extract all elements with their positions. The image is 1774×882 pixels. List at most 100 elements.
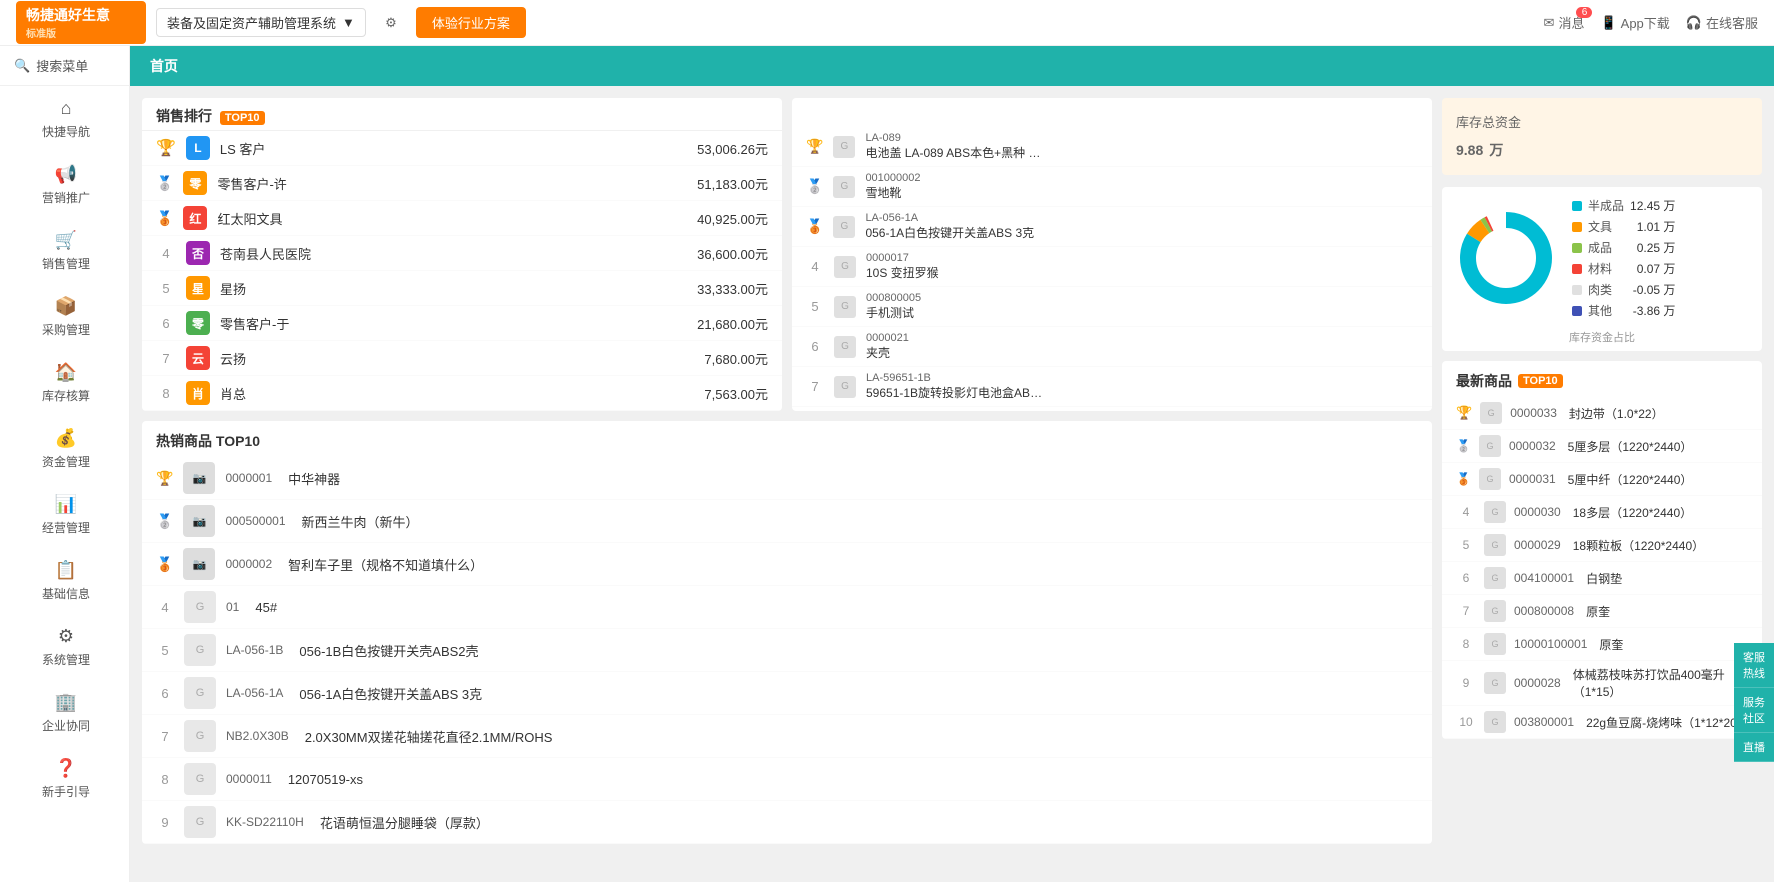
hot-product-right-row: 5 G 000800005 手机测试 <box>792 287 1432 327</box>
settings-icon[interactable]: ⚙ <box>376 8 406 38</box>
sidebar-item-sales[interactable]: 🛒 销售管理 <box>0 218 129 284</box>
product-code: LA-59651-1B <box>866 372 1418 384</box>
hot-product-right-row: 7 G LA-59651-1B 59651-1B旋转投影灯电池盒ABS黑色+58… <box>792 367 1432 407</box>
rank-amount: 7,680.00元 <box>704 349 768 368</box>
product-name: 056-1B白色按键开关壳ABS2壳 <box>299 641 478 660</box>
online-service-link[interactable]: 🎧 在线客服 <box>1686 13 1758 32</box>
content: 首页 销售排行 TOP10 🏆 L LS 客户 53,006.26元 🥈 零 <box>130 46 1774 882</box>
finance-icon: 💰 <box>55 428 77 449</box>
new-products-list: 🏆 G 0000033 封边带（1.0*22） 🥈 G 0000032 5厘多层… <box>1442 397 1762 739</box>
np-name: 18颗粒板（1220*2440） <box>1573 537 1748 554</box>
product-name: 2.0X30MM双搓花轴搓花直径2.1MM/ROHS <box>305 727 553 746</box>
sidebar-item-finance[interactable]: 💰 资金管理 <box>0 416 129 482</box>
search-menu[interactable]: 🔍 搜索菜单 <box>0 46 129 86</box>
np-thumb: G <box>1484 711 1506 733</box>
new-product-row: 4 G 0000030 18多层（1220*2440） <box>1442 496 1762 529</box>
sidebar-item-purchase[interactable]: 📦 采购管理 <box>0 284 129 350</box>
hot-product-right-row: 🥉 G LA-056-1A 056-1A白色按键开关盖ABS 3克 <box>792 207 1432 247</box>
float-button[interactable]: 直播 <box>1734 733 1774 762</box>
message-icon: ✉ <box>1544 15 1555 31</box>
product-thumb: G <box>184 634 216 666</box>
rank-name: 零售客户-于 <box>220 314 687 333</box>
legend-value: 0.25 万 <box>1637 239 1676 256</box>
new-product-row: 🥈 G 0000032 5厘多层（1220*2440） <box>1442 430 1762 463</box>
message-icon-container[interactable]: ✉ 消息 6 <box>1544 13 1585 32</box>
hot-product-row: 🥈 📷 000500001 新西兰牛肉（新牛） <box>142 500 1432 543</box>
inventory-value: 9.88 万 <box>1456 135 1748 161</box>
rank-avatar: 零 <box>186 311 210 335</box>
customer-rank-row: 🥈 零 零售客户-许 51,183.00元 <box>142 166 782 201</box>
product-code: LA-089 <box>865 132 1418 144</box>
np-code: 0000031 <box>1509 472 1556 486</box>
float-button[interactable]: 服务社区 <box>1734 688 1774 733</box>
sidebar: 🔍 搜索菜单 ⌂ 快捷导航 📢 营销推广 🛒 销售管理 📦 采购管理 🏠 库存核… <box>0 46 130 882</box>
sidebar-item-system[interactable]: ⚙ 系统管理 <box>0 614 129 680</box>
np-code: 0000029 <box>1514 538 1561 552</box>
hot-products-header: 热销商品 TOP10 <box>142 421 1432 457</box>
hot-product-right-row: 4 G 0000017 10S 变扭罗猴 <box>792 247 1432 287</box>
app-download-link[interactable]: 📱 App下载 <box>1600 13 1669 32</box>
rank-avatar: 肖 <box>186 381 210 405</box>
customer-rank-row: 8 肖 肖总 7,563.00元 <box>142 376 782 411</box>
legend-item: 肉类 -0.05 万 <box>1572 281 1675 298</box>
rank-avatar: L <box>186 136 210 160</box>
np-code: 000800008 <box>1514 604 1574 618</box>
donut-chart <box>1456 208 1556 308</box>
legend-dot <box>1572 306 1582 316</box>
np-name: 封边带（1.0*22） <box>1569 405 1748 422</box>
np-code: 0000032 <box>1509 439 1556 453</box>
home-tab[interactable]: 首页 <box>150 56 178 76</box>
legend-dot <box>1572 201 1582 211</box>
logo: 畅捷通好生意 标准版 <box>16 1 146 44</box>
product-name: 056-1A白色按键开关盖ABS 3克 <box>865 224 1045 241</box>
legend-item: 半成品 12.45 万 <box>1572 197 1675 214</box>
rank-amount: 53,006.26元 <box>697 139 768 158</box>
hot-product-row: 5 G LA-056-1B 056-1B白色按键开关壳ABS2壳 <box>142 629 1432 672</box>
top-section: 销售排行 TOP10 🏆 L LS 客户 53,006.26元 🥈 零 零售客户… <box>142 98 1432 411</box>
medal-silver: 🥈 <box>156 175 173 192</box>
np-code: 10000100001 <box>1514 637 1587 651</box>
product-code: LA-056-1A <box>226 686 283 700</box>
sidebar-item-business[interactable]: 📊 经营管理 <box>0 482 129 548</box>
customer-rank-row: 6 零 零售客户-于 21,680.00元 <box>142 306 782 341</box>
product-thumb: G <box>834 376 856 398</box>
customer-rank-header: 销售排行 TOP10 <box>142 98 782 131</box>
product-name: 智利车子里（规格不知道填什么） <box>288 555 483 574</box>
np-code: 0000030 <box>1514 505 1561 519</box>
logo-title: 畅捷通好生意 <box>26 5 110 25</box>
sidebar-item-corp[interactable]: 🏢 企业协同 <box>0 680 129 746</box>
np-code: 004100001 <box>1514 571 1574 585</box>
rank-name: LS 客户 <box>220 139 687 158</box>
sidebar-label-purchase: 采购管理 <box>42 321 90 338</box>
legend-dot <box>1572 264 1582 274</box>
float-button[interactable]: 客服热线 <box>1734 643 1774 688</box>
sidebar-label-guide: 新手引导 <box>42 783 90 800</box>
trial-button[interactable]: 体验行业方案 <box>416 7 526 38</box>
product-code: 001000002 <box>865 172 1418 184</box>
product-name: 手机测试 <box>866 304 1046 321</box>
product-name: 电池盖 LA-089 ABS本色+黑种 7.1克 <box>865 144 1045 161</box>
sidebar-item-inventory[interactable]: 🏠 库存核算 <box>0 350 129 416</box>
hot-products-panel: 热销商品 TOP10 🏆 📷 0000001 中华神器 🥈 📷 00050000… <box>142 421 1432 844</box>
new-product-row: 8 G 10000100001 原奎 <box>1442 628 1762 661</box>
product-code: LA-056-1B <box>226 643 283 657</box>
product-thumb: 📷 <box>183 548 215 580</box>
np-name: 18多层（1220*2440） <box>1573 504 1748 521</box>
product-name: 雪地靴 <box>865 184 1045 201</box>
system-selector[interactable]: 装备及固定资产辅助管理系统 ▼ <box>156 8 366 37</box>
np-name: 5厘多层（1220*2440） <box>1568 438 1748 455</box>
customer-rank-row: 🏆 L LS 客户 53,006.26元 <box>142 131 782 166</box>
np-name: 5厘中纤（1220*2440） <box>1568 471 1748 488</box>
sidebar-label-marketing: 营销推广 <box>42 189 90 206</box>
sidebar-item-base[interactable]: 📋 基础信息 <box>0 548 129 614</box>
system-icon: ⚙ <box>58 626 74 647</box>
sidebar-item-marketing[interactable]: 📢 营销推广 <box>0 152 129 218</box>
customer-rank-table: 🏆 L LS 客户 53,006.26元 🥈 零 零售客户-许 51,183.0… <box>142 131 782 411</box>
corp-icon: 🏢 <box>55 692 77 713</box>
sidebar-label-inventory: 库存核算 <box>42 387 90 404</box>
rank-name: 零售客户-许 <box>217 174 687 193</box>
product-code: 000500001 <box>225 514 285 528</box>
sidebar-item-guide[interactable]: ❓ 新手引导 <box>0 746 129 812</box>
sidebar-item-home[interactable]: ⌂ 快捷导航 <box>0 86 129 152</box>
hot-product-right-row: 6 G 0000021 夹壳 <box>792 327 1432 367</box>
